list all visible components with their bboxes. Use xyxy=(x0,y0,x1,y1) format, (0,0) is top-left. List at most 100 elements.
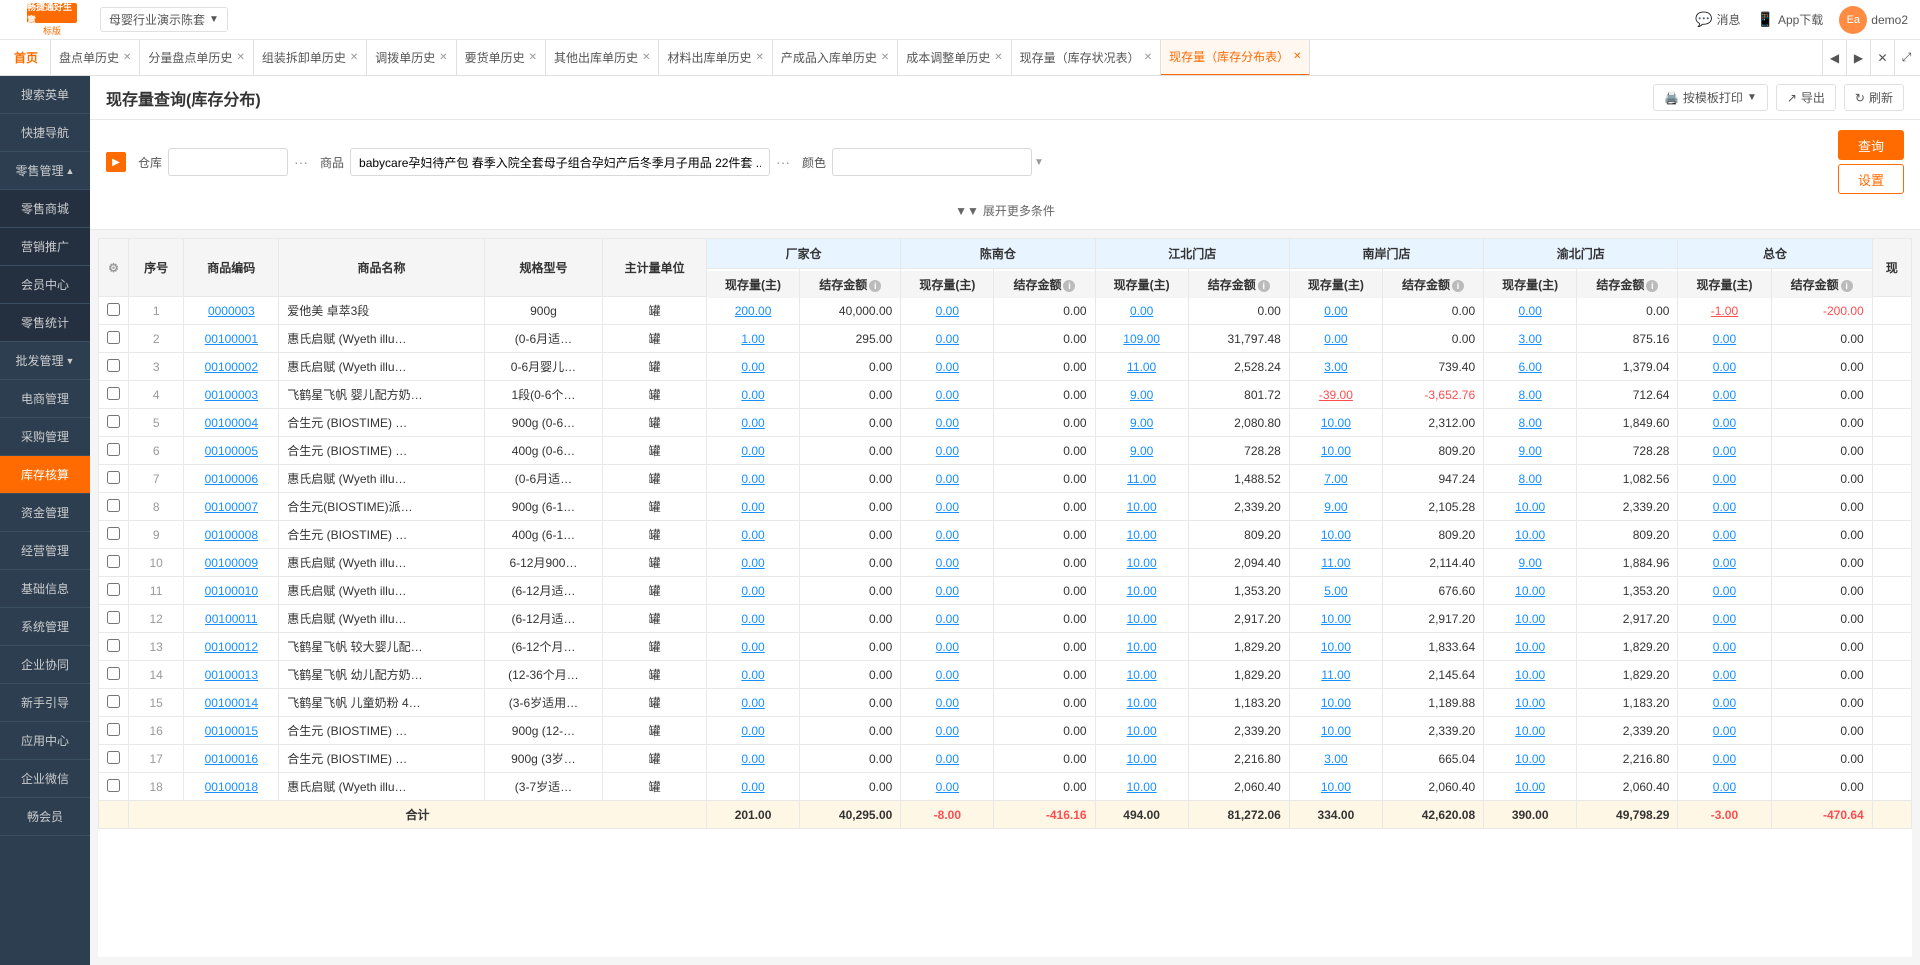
cell-value[interactable]: 0.00 xyxy=(741,752,764,766)
cell-code[interactable]: 00100018 xyxy=(184,773,279,801)
cell-code[interactable]: 00100005 xyxy=(184,437,279,465)
cell-value[interactable]: 0.00 xyxy=(1713,668,1736,682)
cell-cn-qty[interactable]: 0.00 xyxy=(901,437,994,465)
cell-checkbox[interactable] xyxy=(99,773,129,801)
cell-tot-qty[interactable]: 0.00 xyxy=(1678,325,1771,353)
cell-value[interactable]: -1.00 xyxy=(1711,304,1738,318)
cell-tot-qty[interactable]: 0.00 xyxy=(1678,493,1771,521)
cell-na-qty[interactable]: 9.00 xyxy=(1289,493,1382,521)
cell-jb-qty[interactable]: 10.00 xyxy=(1095,577,1188,605)
cell-checkbox[interactable] xyxy=(99,465,129,493)
cell-value[interactable]: 0.00 xyxy=(1713,612,1736,626)
sidebar-item-finance[interactable]: 资金管理 xyxy=(0,494,90,532)
tab-close-icon[interactable]: ✕ xyxy=(350,52,358,63)
cell-cn-qty[interactable]: 0.00 xyxy=(901,773,994,801)
cell-na-qty[interactable]: 11.00 xyxy=(1289,549,1382,577)
cell-code[interactable]: 00100013 xyxy=(184,661,279,689)
cell-value[interactable]: 0.00 xyxy=(1324,332,1347,346)
cell-cn-qty[interactable]: 0.00 xyxy=(901,409,994,437)
cell-value[interactable]: 10.00 xyxy=(1321,724,1351,738)
cell-value[interactable]: 10.00 xyxy=(1127,612,1157,626)
cell-value[interactable]: 9.00 xyxy=(1519,444,1542,458)
cell-value[interactable]: -39.00 xyxy=(1319,388,1353,402)
cell-checkbox[interactable] xyxy=(99,577,129,605)
cell-value[interactable]: 0.00 xyxy=(936,416,959,430)
cell-code[interactable]: 00100015 xyxy=(184,717,279,745)
cell-jb-qty[interactable]: 9.00 xyxy=(1095,381,1188,409)
cell-na-qty[interactable]: 3.00 xyxy=(1289,745,1382,773)
cell-cn-qty[interactable]: 0.00 xyxy=(901,577,994,605)
sidebar-item-retail-mall[interactable]: 零售商城 xyxy=(0,190,90,228)
app-download-btn[interactable]: 📱 App下载 xyxy=(1757,11,1824,28)
cell-value[interactable]: 10.00 xyxy=(1127,640,1157,654)
cell-na-qty[interactable]: -39.00 xyxy=(1289,381,1382,409)
cell-value[interactable]: 5.00 xyxy=(1324,584,1347,598)
cell-value[interactable]: 0.00 xyxy=(936,500,959,514)
cell-tot-qty[interactable]: 0.00 xyxy=(1678,521,1771,549)
cell-value[interactable]: 0.00 xyxy=(741,668,764,682)
cell-na-qty[interactable]: 0.00 xyxy=(1289,297,1382,325)
cell-value[interactable]: 109.00 xyxy=(1123,332,1160,346)
cell-value[interactable]: 0.00 xyxy=(741,388,764,402)
tab-close-icon[interactable]: ✕ xyxy=(994,52,1002,63)
cell-jb-qty[interactable]: 9.00 xyxy=(1095,437,1188,465)
cell-checkbox[interactable] xyxy=(99,493,129,521)
cell-yb-qty[interactable]: 3.00 xyxy=(1484,325,1577,353)
cell-jb-qty[interactable]: 10.00 xyxy=(1095,773,1188,801)
cell-jb-qty[interactable]: 10.00 xyxy=(1095,661,1188,689)
cell-value[interactable]: 0.00 xyxy=(741,472,764,486)
cell-value[interactable]: 0.00 xyxy=(741,556,764,570)
cell-checkbox[interactable] xyxy=(99,549,129,577)
cell-value[interactable]: 0.00 xyxy=(936,304,959,318)
sidebar-item-search[interactable]: 搜索英单 xyxy=(0,76,90,114)
cell-jb-qty[interactable]: 0.00 xyxy=(1095,297,1188,325)
cell-value[interactable]: 8.00 xyxy=(1519,388,1542,402)
cell-tot-qty[interactable]: -1.00 xyxy=(1678,297,1771,325)
cell-value[interactable]: 3.00 xyxy=(1324,360,1347,374)
cell-cn-qty[interactable]: 0.00 xyxy=(901,549,994,577)
sidebar-item-guide[interactable]: 新手引导 xyxy=(0,684,90,722)
cell-factory-qty[interactable]: 0.00 xyxy=(707,381,800,409)
cell-value[interactable]: 10.00 xyxy=(1515,612,1545,626)
cell-value[interactable]: 0.00 xyxy=(936,556,959,570)
cell-code[interactable]: 00100004 xyxy=(184,409,279,437)
cell-na-qty[interactable]: 10.00 xyxy=(1289,717,1382,745)
cell-value[interactable]: 0.00 xyxy=(741,528,764,542)
cell-value[interactable]: 0.00 xyxy=(741,612,764,626)
cell-cn-qty[interactable]: 0.00 xyxy=(901,633,994,661)
cell-tot-qty[interactable]: 0.00 xyxy=(1678,717,1771,745)
cell-factory-qty[interactable]: 0.00 xyxy=(707,773,800,801)
cell-value[interactable]: 9.00 xyxy=(1324,500,1347,514)
export-btn[interactable]: ↗ 导出 xyxy=(1776,84,1836,111)
cell-tot-qty[interactable]: 0.00 xyxy=(1678,549,1771,577)
sidebar-item-system[interactable]: 系统管理 xyxy=(0,608,90,646)
cell-factory-qty[interactable]: 0.00 xyxy=(707,745,800,773)
cell-value[interactable]: 0.00 xyxy=(936,388,959,402)
gear-icon[interactable]: ⚙ xyxy=(108,261,119,275)
cell-yb-qty[interactable]: 10.00 xyxy=(1484,521,1577,549)
cell-jb-qty[interactable]: 109.00 xyxy=(1095,325,1188,353)
cell-code[interactable]: 0000003 xyxy=(184,297,279,325)
cell-value[interactable]: 1.00 xyxy=(741,332,764,346)
cell-value[interactable]: 10.00 xyxy=(1127,668,1157,682)
cell-tot-qty[interactable]: 0.00 xyxy=(1678,773,1771,801)
cell-code[interactable]: 00100007 xyxy=(184,493,279,521)
tab-close-icon[interactable]: ✕ xyxy=(1293,51,1301,62)
cell-factory-qty[interactable]: 0.00 xyxy=(707,633,800,661)
cell-value[interactable]: 0.00 xyxy=(936,696,959,710)
tab-home[interactable]: 首页 xyxy=(2,40,51,76)
sidebar-item-basic[interactable]: 基础信息 xyxy=(0,570,90,608)
cell-yb-qty[interactable]: 9.00 xyxy=(1484,549,1577,577)
tab-close-icon[interactable]: ✕ xyxy=(529,52,537,63)
cell-tot-qty[interactable]: 0.00 xyxy=(1678,633,1771,661)
cell-value[interactable]: 0.00 xyxy=(741,444,764,458)
cell-na-qty[interactable]: 10.00 xyxy=(1289,689,1382,717)
cell-value[interactable]: 10.00 xyxy=(1515,724,1545,738)
cell-value[interactable]: 10.00 xyxy=(1127,752,1157,766)
cell-value[interactable]: 0.00 xyxy=(741,780,764,794)
sidebar-item-quicknav[interactable]: 快捷导航 xyxy=(0,114,90,152)
cell-value[interactable]: 0.00 xyxy=(1324,304,1347,318)
cell-checkbox[interactable] xyxy=(99,381,129,409)
tab-clcklh[interactable]: 材料出库单历史 ✕ xyxy=(659,40,772,76)
tab-close-icon[interactable]: ✕ xyxy=(755,52,763,63)
